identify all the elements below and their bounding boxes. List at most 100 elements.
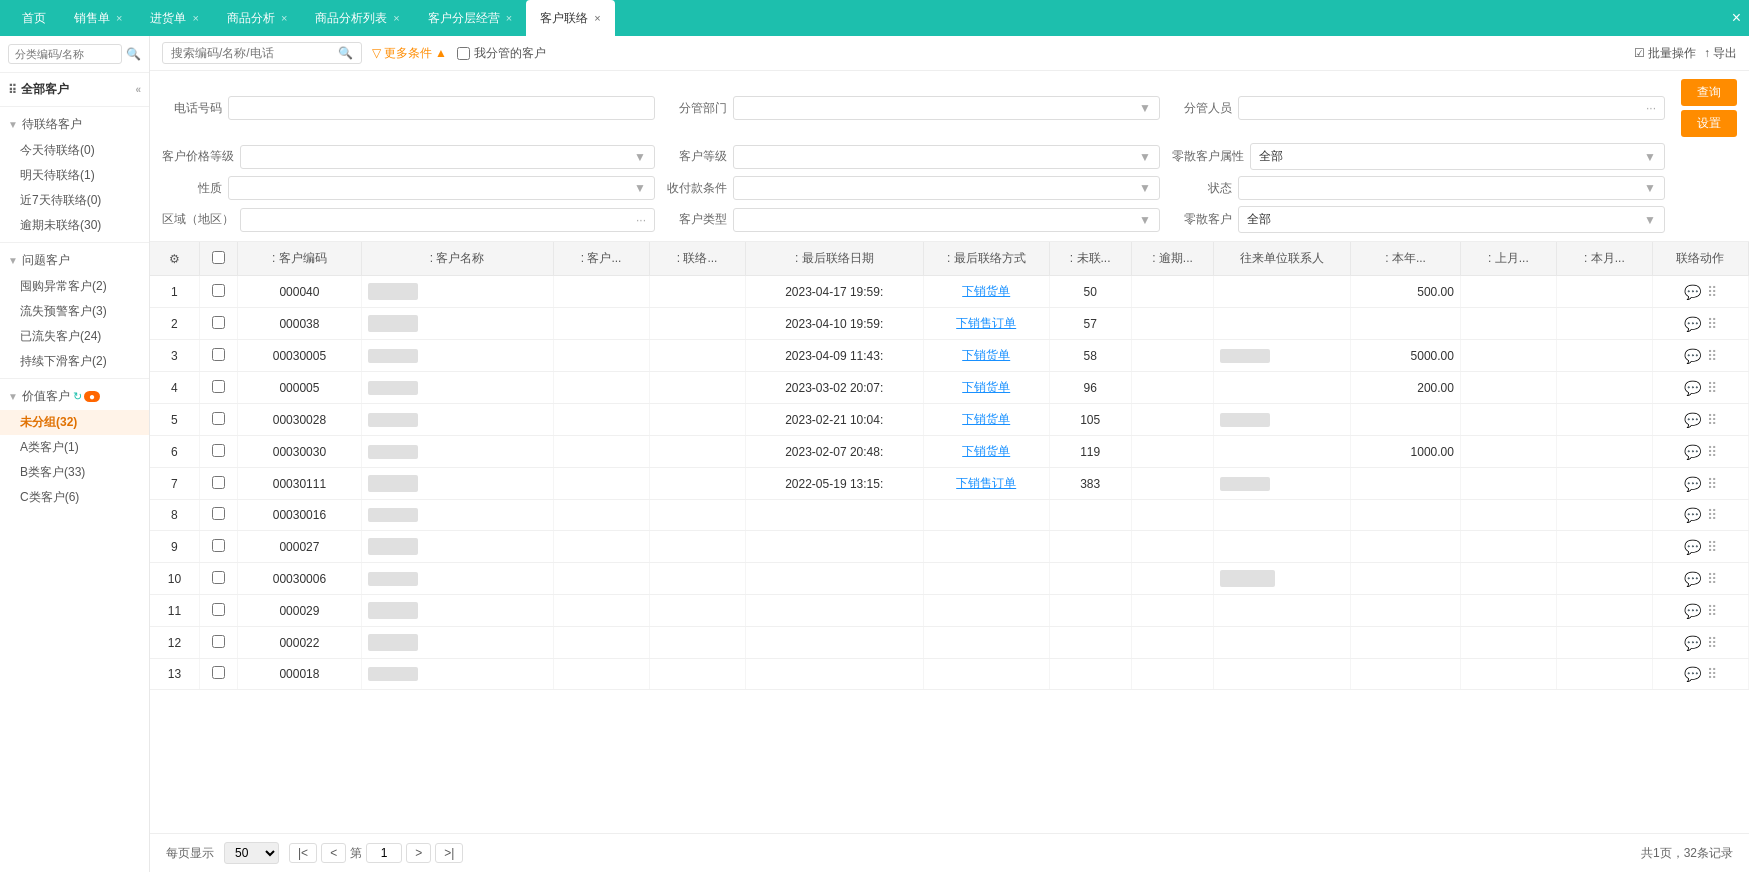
manager-select[interactable]: ··· (1238, 96, 1665, 120)
chat-icon[interactable]: 💬 (1684, 380, 1701, 396)
row-checkbox[interactable] (212, 476, 225, 489)
row-checkbox[interactable] (212, 380, 225, 393)
chat-icon[interactable]: 💬 (1684, 603, 1701, 619)
last-way-link[interactable]: 下销货单 (962, 380, 1010, 394)
close-sales-tab[interactable]: × (116, 12, 122, 24)
customer-level-select[interactable]: ▼ (733, 145, 1160, 169)
sidebar-group-problem[interactable]: ▼ 问题客户 (0, 247, 149, 274)
chat-icon[interactable]: 💬 (1684, 444, 1701, 460)
prev-page-btn[interactable]: < (321, 843, 346, 863)
chat-icon[interactable]: 💬 (1684, 476, 1701, 492)
tab-home[interactable]: 首页 (8, 0, 60, 36)
chat-icon[interactable]: 💬 (1684, 284, 1701, 300)
sidebar-group-value[interactable]: ▼ 价值客户 ↻ ● (0, 383, 149, 410)
next-page-btn[interactable]: > (406, 843, 431, 863)
row-checkbox[interactable] (212, 635, 225, 648)
page-input[interactable] (366, 843, 402, 863)
row-checkbox[interactable] (212, 507, 225, 520)
grid-action-icon[interactable]: ⠿ (1707, 603, 1717, 619)
chat-icon[interactable]: 💬 (1684, 666, 1701, 682)
tab-analysis-list[interactable]: 商品分析列表 × (301, 0, 413, 36)
region-select[interactable]: ··· (240, 208, 655, 232)
close-analysis-tab[interactable]: × (281, 12, 287, 24)
sidebar-search-icon[interactable]: 🔍 (126, 47, 141, 61)
row-checkbox[interactable] (212, 444, 225, 457)
sidebar-item-class-c[interactable]: C类客户(6) (0, 485, 149, 510)
customer-type-select[interactable]: ▼ (733, 208, 1160, 232)
sidebar-search-input[interactable] (8, 44, 122, 64)
last-way-link[interactable]: 下销货单 (962, 412, 1010, 426)
sidebar-item-ungrouped[interactable]: 未分组(32) (0, 410, 149, 435)
sidebar-item-today[interactable]: 今天待联络(0) (0, 138, 149, 163)
tab-purchase[interactable]: 进货单 × (136, 0, 212, 36)
retail-attr-select[interactable]: 全部 ▼ (1250, 143, 1665, 170)
row-checkbox[interactable] (212, 571, 225, 584)
manager-dots[interactable]: ··· (1646, 101, 1656, 115)
chat-icon[interactable]: 💬 (1684, 316, 1701, 332)
close-purchase-tab[interactable]: × (192, 12, 198, 24)
chat-icon[interactable]: 💬 (1684, 412, 1701, 428)
sidebar-item-declining[interactable]: 持续下滑客户(2) (0, 349, 149, 374)
grid-action-icon[interactable]: ⠿ (1707, 507, 1717, 523)
price-level-select[interactable]: ▼ (240, 145, 655, 169)
sidebar-item-overdue[interactable]: 逾期未联络(30) (0, 213, 149, 238)
collapse-icon[interactable]: « (135, 84, 141, 95)
dept-select[interactable]: ▼ (733, 96, 1160, 120)
last-page-btn[interactable]: >| (435, 843, 463, 863)
last-way-link[interactable]: 下销货单 (962, 284, 1010, 298)
sidebar-item-churned[interactable]: 已流失客户(24) (0, 324, 149, 349)
row-checkbox[interactable] (212, 539, 225, 552)
sidebar-item-class-b[interactable]: B类客户(33) (0, 460, 149, 485)
sidebar-item-7days[interactable]: 近7天待联络(0) (0, 188, 149, 213)
th-settings[interactable]: ⚙ (150, 242, 199, 276)
close-contact-tab[interactable]: × (594, 12, 600, 24)
row-checkbox[interactable] (212, 348, 225, 361)
grid-action-icon[interactable]: ⠿ (1707, 635, 1717, 651)
chat-icon[interactable]: 💬 (1684, 571, 1701, 587)
grid-action-icon[interactable]: ⠿ (1707, 571, 1717, 587)
first-page-btn[interactable]: |< (289, 843, 317, 863)
row-checkbox[interactable] (212, 284, 225, 297)
grid-action-icon[interactable]: ⠿ (1707, 476, 1717, 492)
nature-select[interactable]: ▼ (228, 176, 655, 200)
main-search-input[interactable] (171, 46, 334, 60)
grid-action-icon[interactable]: ⠿ (1707, 412, 1717, 428)
export-btn[interactable]: ↑ 导出 (1704, 45, 1737, 62)
chat-icon[interactable]: 💬 (1684, 348, 1701, 364)
grid-action-icon[interactable]: ⠿ (1707, 539, 1717, 555)
grid-action-icon[interactable]: ⠿ (1707, 316, 1717, 332)
tab-sales[interactable]: 销售单 × (60, 0, 136, 36)
grid-action-icon[interactable]: ⠿ (1707, 380, 1717, 396)
row-checkbox[interactable] (212, 316, 225, 329)
tab-customer-segment[interactable]: 客户分层经营 × (414, 0, 526, 36)
last-way-link[interactable]: 下销售订单 (956, 316, 1016, 330)
sidebar-group-pending[interactable]: ▼ 待联络客户 (0, 111, 149, 138)
more-conditions-btn[interactable]: ▽ 更多条件 ▲ (372, 45, 447, 62)
sidebar-item-churn-warning[interactable]: 流失预警客户(3) (0, 299, 149, 324)
close-analysis-list-tab[interactable]: × (393, 12, 399, 24)
chat-icon[interactable]: 💬 (1684, 507, 1701, 523)
sidebar-item-class-a[interactable]: A类客户(1) (0, 435, 149, 460)
tab-analysis[interactable]: 商品分析 × (213, 0, 301, 36)
query-btn[interactable]: 查询 (1681, 79, 1737, 106)
payment-select[interactable]: ▼ (733, 176, 1160, 200)
chat-icon[interactable]: 💬 (1684, 635, 1701, 651)
per-page-select[interactable]: 50 100 (224, 842, 279, 864)
all-customers-header[interactable]: ⠿ 全部客户 « (0, 73, 149, 102)
chat-icon[interactable]: 💬 (1684, 539, 1701, 555)
close-window-btn[interactable]: × (1732, 9, 1741, 27)
grid-action-icon[interactable]: ⠿ (1707, 444, 1717, 460)
row-checkbox[interactable] (212, 412, 225, 425)
grid-action-icon[interactable]: ⠿ (1707, 348, 1717, 364)
reset-btn[interactable]: 设置 (1681, 110, 1737, 137)
close-segment-tab[interactable]: × (506, 12, 512, 24)
last-way-link[interactable]: 下销货单 (962, 444, 1010, 458)
select-all-checkbox[interactable] (212, 251, 225, 264)
row-checkbox[interactable] (212, 666, 225, 679)
last-way-link[interactable]: 下销货单 (962, 348, 1010, 362)
retail-select[interactable]: 全部 ▼ (1238, 206, 1665, 233)
region-dots[interactable]: ··· (636, 213, 646, 227)
batch-operation-btn[interactable]: ☑ 批量操作 (1634, 45, 1696, 62)
status-select[interactable]: ▼ (1238, 176, 1665, 200)
my-customers-checkbox[interactable]: 我分管的客户 (457, 45, 546, 62)
